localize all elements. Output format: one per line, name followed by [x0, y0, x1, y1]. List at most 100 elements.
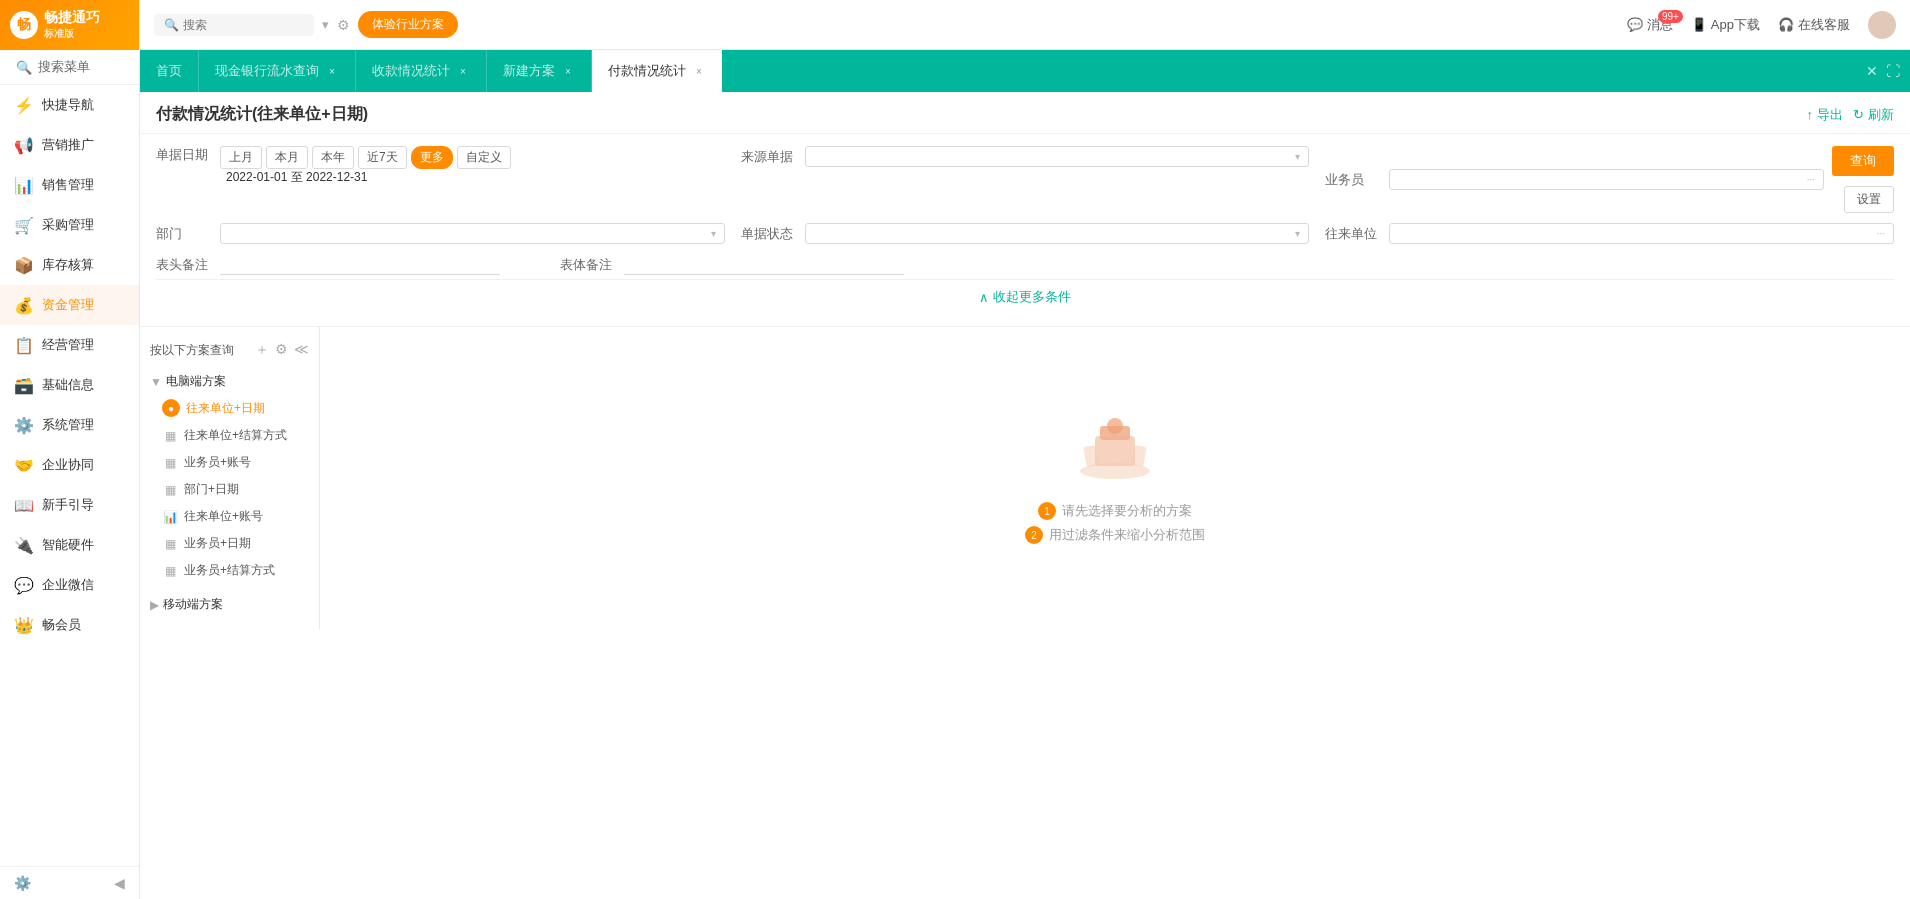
tab-payment-stat[interactable]: 付款情况统计 × — [592, 50, 722, 92]
header-note-label: 表头备注 — [156, 256, 212, 274]
sidebar-item-business[interactable]: 📋 经营管理 — [0, 325, 139, 365]
tab-new-scheme-label: 新建方案 — [503, 62, 555, 80]
message-item[interactable]: 💬 消息 99+ — [1627, 16, 1673, 34]
empty-state: 1 请先选择要分析的方案 2 用过滤条件来缩小分析范围 — [320, 327, 1910, 629]
search-input[interactable] — [183, 18, 303, 32]
dept-arrow-icon: ▾ — [711, 228, 716, 239]
nav-label-quick-nav: 快捷导航 — [42, 96, 94, 114]
tab-receipt-close[interactable]: × — [456, 64, 470, 78]
sidebar-item-basic[interactable]: 🗃️基础信息 — [0, 365, 139, 405]
nav-icon-purchase: 🛒 — [14, 215, 34, 235]
nav-icon-quick-nav: ⚡ — [14, 95, 34, 115]
scheme-item-staff-account[interactable]: ▦ 业务员+账号 — [140, 449, 319, 476]
topbar-right: 💬 消息 99+ 📱 App下载 🎧 在线客服 — [1627, 11, 1896, 39]
header-note-input[interactable] — [220, 254, 500, 275]
sidebar-item-system[interactable]: ⚙️系统管理 — [0, 405, 139, 445]
tab-fullscreen-icon[interactable]: ⛶ — [1886, 63, 1900, 79]
partner-arrow-icon: ··· — [1877, 228, 1885, 239]
tab-cashflow-close[interactable]: × — [325, 64, 339, 78]
sidebar-item-inventory[interactable]: 📦库存核算 — [0, 245, 139, 285]
tab-new-scheme-close[interactable]: × — [561, 64, 575, 78]
source-select[interactable]: ▾ — [805, 146, 1310, 167]
scheme-active-icon: ● — [162, 399, 180, 417]
app-download[interactable]: 📱 App下载 — [1691, 16, 1760, 34]
trial-btn[interactable]: 体验行业方案 — [358, 11, 458, 38]
tab-new-scheme[interactable]: 新建方案 × — [487, 50, 592, 92]
tab-close-all-icon[interactable]: ✕ — [1866, 63, 1878, 79]
scheme-item-partner-settle[interactable]: ▦ 往来单位+结算方式 — [140, 422, 319, 449]
empty-tip-2: 2 用过滤条件来缩小分析范围 — [1025, 526, 1205, 544]
service-icon: 🎧 — [1778, 17, 1794, 32]
scheme-partner-account-label: 往来单位+账号 — [184, 508, 263, 525]
collapse-more-btn[interactable]: ∧ 收起更多条件 — [156, 279, 1894, 314]
tab-payment-stat-close[interactable]: × — [692, 64, 706, 78]
tab-receipt-label: 收款情况统计 — [372, 62, 450, 80]
body-note-input[interactable] — [624, 254, 904, 275]
nav-icon-business: 📋 — [14, 335, 34, 355]
nav-label-business: 经营管理 — [42, 336, 94, 354]
add-scheme-icon[interactable]: ＋ — [255, 341, 269, 359]
tab-cashflow[interactable]: 现金银行流水查询 × — [199, 50, 356, 92]
scheme-item-staff-date[interactable]: ▦ 业务员+日期 — [140, 530, 319, 557]
sidebar-item-guide[interactable]: 📖新手引导 — [0, 485, 139, 525]
tip1-num: 1 — [1038, 502, 1056, 520]
gear-icon[interactable]: ⚙ — [337, 17, 350, 33]
nav-label-hardware: 智能硬件 — [42, 536, 94, 554]
status-select[interactable]: ▾ — [805, 223, 1310, 244]
logo-icon: 畅 — [10, 11, 38, 39]
scheme-settings-icon[interactable]: ⚙ — [275, 341, 288, 359]
date-btn-last-month[interactable]: 上月 — [220, 146, 262, 169]
svg-point-3 — [1107, 418, 1123, 434]
filter-row-2: 部门 ▾ 单据状态 ▾ 往来单位 — [156, 223, 1894, 244]
date-btn-more[interactable]: 更多 — [411, 146, 453, 169]
query-btn[interactable]: 查询 — [1832, 146, 1894, 176]
panel-collapse-icon[interactable]: ≪ — [294, 341, 309, 359]
sidebar-search[interactable]: 🔍 搜索菜单 — [0, 50, 139, 85]
collapse-label: 收起更多条件 — [993, 288, 1071, 306]
nav-label-inventory: 库存核算 — [42, 256, 94, 274]
sidebar-item-sales[interactable]: 📊销售管理 — [0, 165, 139, 205]
sidebar-item-enterprise[interactable]: 🤝企业协同 — [0, 445, 139, 485]
scheme-item-staff-settle[interactable]: ▦ 业务员+结算方式 — [140, 557, 319, 584]
nav-icon-enterprise: 🤝 — [14, 455, 34, 475]
refresh-btn[interactable]: ↻ 刷新 — [1853, 106, 1894, 124]
settings-icon[interactable]: ⚙️ — [14, 875, 31, 891]
tab-receipt[interactable]: 收款情况统计 × — [356, 50, 487, 92]
sidebar-item-member[interactable]: 👑畅会员 — [0, 605, 139, 645]
sidebar-item-capital[interactable]: 💰资金管理 — [0, 285, 139, 325]
online-service[interactable]: 🎧 在线客服 — [1778, 16, 1850, 34]
scheme-item-partner-account[interactable]: 📊 往来单位+账号 — [140, 503, 319, 530]
content-body: 按以下方案查询 ＋ ⚙ ≪ ▼ 电脑端方案 ● — [140, 327, 1910, 629]
scheme-item-partner-date[interactable]: ● 往来单位+日期 — [140, 394, 319, 422]
sidebar-item-weixin[interactable]: 💬企业微信 — [0, 565, 139, 605]
partner-select[interactable]: ··· — [1389, 223, 1894, 244]
mobile-group-header[interactable]: ▶ 移动端方案 — [140, 592, 319, 617]
nav-label-guide: 新手引导 — [42, 496, 94, 514]
dropdown-icon[interactable]: ▾ — [322, 17, 329, 32]
partner-filter-col: 往来单位 ··· — [1325, 223, 1894, 244]
panel-toolbar-icons: ＋ ⚙ ≪ — [255, 341, 309, 359]
nav-label-basic: 基础信息 — [42, 376, 94, 394]
date-btn-this-month[interactable]: 本月 — [266, 146, 308, 169]
settings-btn[interactable]: 设置 — [1844, 186, 1894, 213]
empty-illustration — [1065, 406, 1165, 486]
sidebar-item-quick-nav[interactable]: ⚡ 快捷导航 — [0, 85, 139, 125]
scheme-item-dept-date[interactable]: ▦ 部门+日期 — [140, 476, 319, 503]
dept-select[interactable]: ▾ — [220, 223, 725, 244]
sidebar-item-purchase[interactable]: 🛒采购管理 — [0, 205, 139, 245]
tab-home[interactable]: 首页 — [140, 50, 199, 92]
sidebar-item-marketing[interactable]: 📢营销推广 — [0, 125, 139, 165]
date-btn-this-year[interactable]: 本年 — [312, 146, 354, 169]
user-avatar[interactable] — [1868, 11, 1896, 39]
staff-select[interactable]: ··· — [1389, 169, 1824, 190]
scheme-partner-settle-label: 往来单位+结算方式 — [184, 427, 287, 444]
nav-icon-system: ⚙️ — [14, 415, 34, 435]
export-btn[interactable]: ↑ 导出 — [1807, 106, 1844, 124]
desktop-group-header[interactable]: ▼ 电脑端方案 — [140, 369, 319, 394]
sidebar-item-hardware[interactable]: 🔌智能硬件 — [0, 525, 139, 565]
date-btn-custom[interactable]: 自定义 — [457, 146, 511, 169]
collapse-icon[interactable]: ◀ — [114, 875, 125, 891]
date-btn-last7[interactable]: 近7天 — [358, 146, 407, 169]
scheme-staff-settle-label: 业务员+结算方式 — [184, 562, 275, 579]
sidebar-header: 畅 畅捷通巧 标准版 — [0, 0, 139, 50]
